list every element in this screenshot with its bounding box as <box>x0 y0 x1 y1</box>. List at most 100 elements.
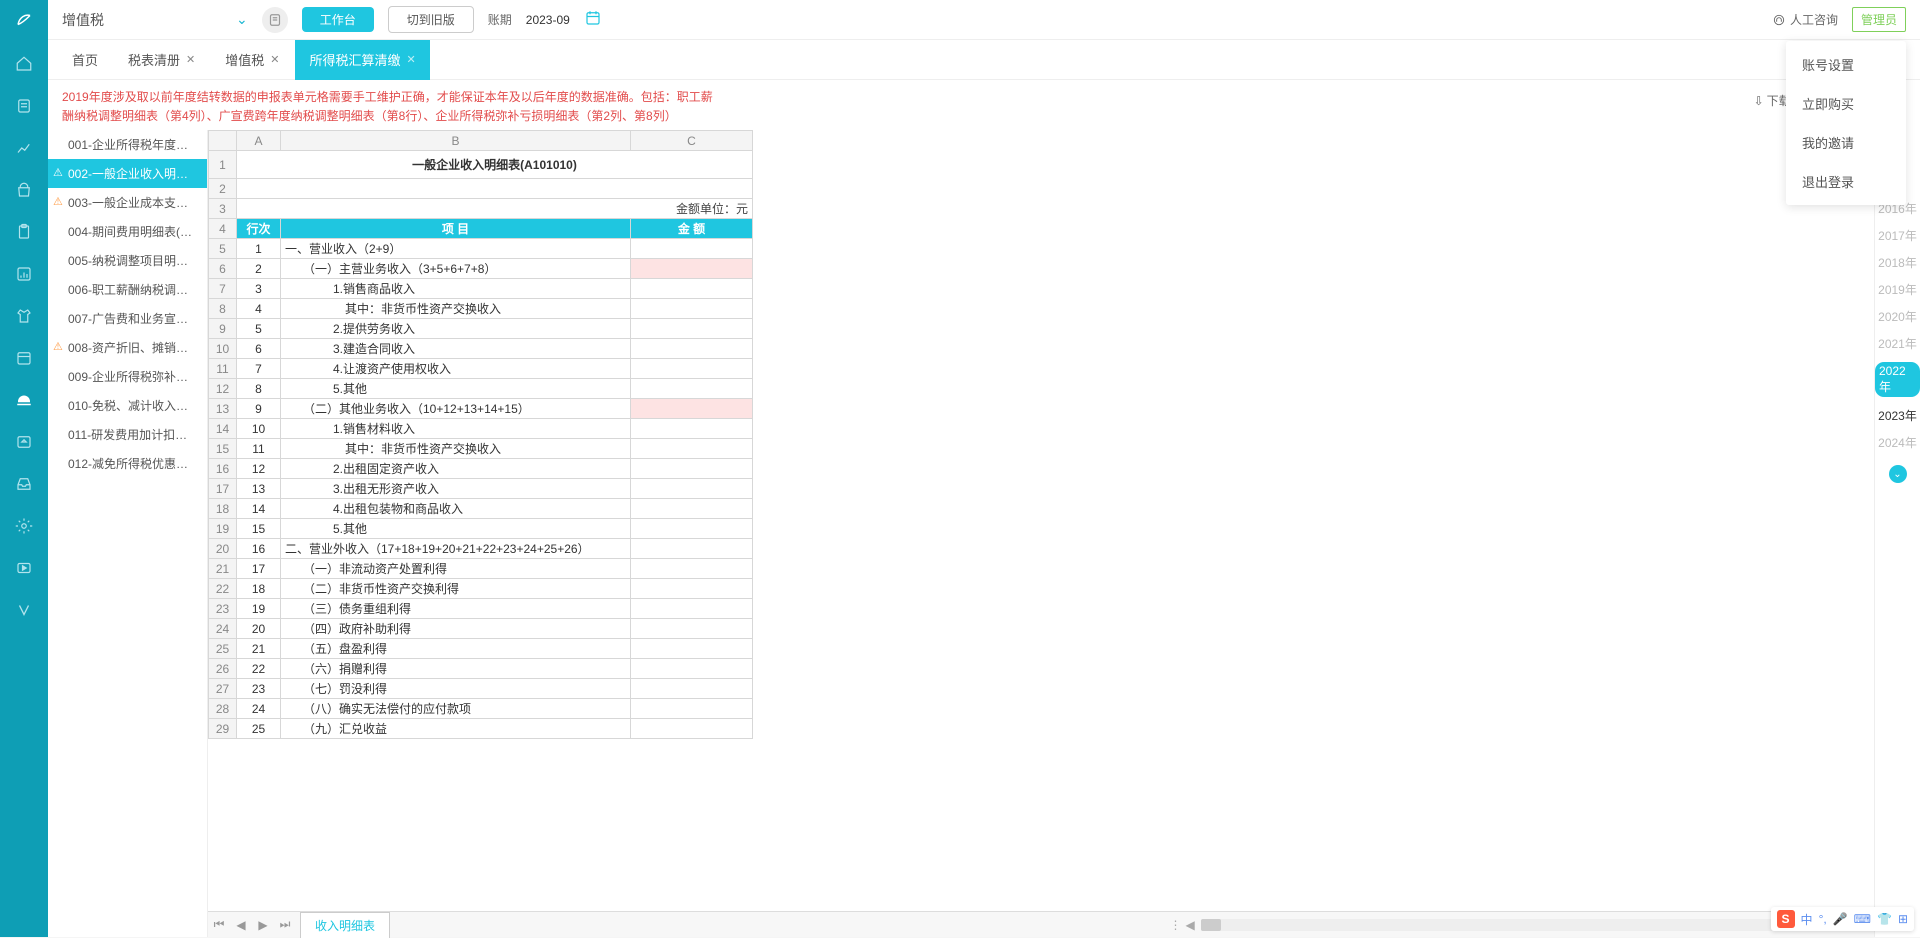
project-cell[interactable]: （二）其他业务收入（10+12+13+14+15） <box>281 399 631 419</box>
nav-inbox-icon[interactable] <box>12 472 36 496</box>
nav-shirt-icon[interactable] <box>12 304 36 328</box>
project-cell[interactable]: （二）非货币性资产交换利得 <box>281 579 631 599</box>
nav-v-icon[interactable] <box>12 598 36 622</box>
amount-cell[interactable] <box>631 639 753 659</box>
amount-cell[interactable] <box>631 579 753 599</box>
nav-bag-icon[interactable] <box>12 178 36 202</box>
form-list-item[interactable]: 009-企业所得税弥补亏损明… <box>48 362 207 391</box>
amount-cell[interactable] <box>631 699 753 719</box>
hscroll-track[interactable] <box>1201 919 1851 931</box>
nav-calendar-icon[interactable] <box>12 346 36 370</box>
user-menu-item[interactable]: 我的邀请 <box>1786 123 1906 162</box>
amount-cell[interactable] <box>631 279 753 299</box>
unit-label[interactable]: 金额单位：元 <box>237 199 753 219</box>
year-more-icon[interactable]: ⌄ <box>1889 465 1907 483</box>
cell[interactable] <box>237 179 753 199</box>
row-number[interactable]: 3 <box>209 199 237 219</box>
line-no[interactable]: 9 <box>237 399 281 419</box>
row-number[interactable]: 2 <box>209 179 237 199</box>
row-number[interactable]: 9 <box>209 319 237 339</box>
project-cell[interactable]: （八）确实无法偿付的应付款项 <box>281 699 631 719</box>
project-cell[interactable]: （五）盘盈利得 <box>281 639 631 659</box>
project-cell[interactable]: 5.其他 <box>281 379 631 399</box>
nav-doc-icon[interactable] <box>12 94 36 118</box>
year-item[interactable]: 2018年 <box>1878 254 1917 271</box>
project-cell[interactable]: 4.出租包装物和商品收入 <box>281 499 631 519</box>
amount-cell[interactable] <box>631 359 753 379</box>
line-no[interactable]: 17 <box>237 559 281 579</box>
project-cell[interactable]: （九）汇兑收益 <box>281 719 631 739</box>
row-number[interactable]: 4 <box>209 219 237 239</box>
form-list-item[interactable]: 006-职工薪酬纳税调整明细… <box>48 275 207 304</box>
amount-cell[interactable] <box>631 539 753 559</box>
row-number[interactable]: 8 <box>209 299 237 319</box>
line-no[interactable]: 3 <box>237 279 281 299</box>
year-item[interactable]: 2019年 <box>1878 281 1917 298</box>
form-list-item[interactable]: 011-研发费用加计扣除优惠… <box>48 420 207 449</box>
nav-home-icon[interactable] <box>12 52 36 76</box>
form-list-item[interactable]: ⚠008-资产折旧、摊销及纳税… <box>48 333 207 362</box>
amount-cell[interactable] <box>631 419 753 439</box>
line-no[interactable]: 7 <box>237 359 281 379</box>
line-no[interactable]: 8 <box>237 379 281 399</box>
ime-mic-icon[interactable]: 🎤 <box>1833 912 1848 926</box>
hdr-amount[interactable]: 金 额 <box>631 219 753 239</box>
amount-cell[interactable] <box>631 499 753 519</box>
line-no[interactable]: 6 <box>237 339 281 359</box>
row-number[interactable]: 19 <box>209 519 237 539</box>
amount-cell[interactable] <box>631 619 753 639</box>
col-header[interactable] <box>209 131 237 151</box>
row-number[interactable]: 7 <box>209 279 237 299</box>
project-cell[interactable]: （一）非流动资产处置利得 <box>281 559 631 579</box>
page-tab[interactable]: 增值税✕ <box>211 40 293 80</box>
ime-skin-icon[interactable]: 👕 <box>1877 912 1892 926</box>
row-number[interactable]: 5 <box>209 239 237 259</box>
project-cell[interactable]: 3.建造合同收入 <box>281 339 631 359</box>
amount-cell[interactable] <box>631 719 753 739</box>
hdr-project[interactable]: 项 目 <box>281 219 631 239</box>
nav-report-icon[interactable] <box>12 262 36 286</box>
col-header[interactable]: B <box>281 131 631 151</box>
sheet-tab[interactable]: 收入明细表 <box>300 912 390 938</box>
project-cell[interactable]: 二、营业外收入（17+18+19+20+21+22+23+24+25+26） <box>281 539 631 559</box>
year-item[interactable]: 2024年 <box>1878 434 1917 451</box>
line-no[interactable]: 5 <box>237 319 281 339</box>
line-no[interactable]: 4 <box>237 299 281 319</box>
project-cell[interactable]: 其中：非货币性资产交换收入 <box>281 299 631 319</box>
nav-settings-icon[interactable] <box>12 514 36 538</box>
user-menu-item[interactable]: 退出登录 <box>1786 162 1906 201</box>
line-no[interactable]: 13 <box>237 479 281 499</box>
amount-cell[interactable] <box>631 399 753 419</box>
amount-cell[interactable] <box>631 559 753 579</box>
ime-logo-icon[interactable]: S <box>1777 910 1795 928</box>
nav-food-icon[interactable] <box>12 388 36 412</box>
row-number[interactable]: 11 <box>209 359 237 379</box>
line-no[interactable]: 23 <box>237 679 281 699</box>
amount-cell[interactable] <box>631 439 753 459</box>
line-no[interactable]: 2 <box>237 259 281 279</box>
project-cell[interactable]: 5.其他 <box>281 519 631 539</box>
amount-cell[interactable] <box>631 679 753 699</box>
page-tab[interactable]: 所得税汇算清缴✕ <box>295 40 429 80</box>
row-number[interactable]: 12 <box>209 379 237 399</box>
consult-link[interactable]: 人工咨询 <box>1772 11 1838 28</box>
row-number[interactable]: 15 <box>209 439 237 459</box>
user-menu-item[interactable]: 账号设置 <box>1786 45 1906 84</box>
form-list-item[interactable]: ⚠003-一般企业成本支出明细… <box>48 188 207 217</box>
form-list-item[interactable]: 004-期间费用明细表(A1040… <box>48 217 207 246</box>
line-no[interactable]: 18 <box>237 579 281 599</box>
project-cell[interactable]: 2.提供劳务收入 <box>281 319 631 339</box>
row-number[interactable]: 23 <box>209 599 237 619</box>
round-action-icon[interactable] <box>262 7 288 33</box>
line-no[interactable]: 20 <box>237 619 281 639</box>
row-number[interactable]: 14 <box>209 419 237 439</box>
row-number[interactable]: 21 <box>209 559 237 579</box>
form-list-item[interactable]: 005-纳税调整项目明细表(A1… <box>48 246 207 275</box>
row-number[interactable]: 24 <box>209 619 237 639</box>
amount-cell[interactable] <box>631 459 753 479</box>
amount-cell[interactable] <box>631 659 753 679</box>
row-number[interactable]: 27 <box>209 679 237 699</box>
line-no[interactable]: 11 <box>237 439 281 459</box>
row-number[interactable]: 10 <box>209 339 237 359</box>
tab-close-icon[interactable]: ✕ <box>407 53 416 66</box>
